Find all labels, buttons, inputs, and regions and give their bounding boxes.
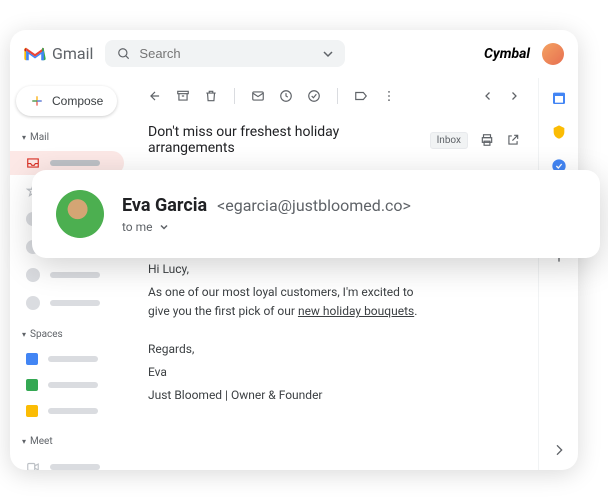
add-task-icon[interactable] <box>307 89 321 103</box>
subject-row: Don't miss our freshest holiday arrangem… <box>130 114 538 170</box>
search-input[interactable] <box>139 46 315 61</box>
space-item-1[interactable] <box>10 348 124 370</box>
next-icon[interactable] <box>508 90 520 102</box>
email-content-pane: Don't miss our freshest holiday arrangem… <box>130 78 538 470</box>
search-options-icon[interactable] <box>323 49 333 59</box>
header-bar: Gmail Cymbal <box>10 30 578 78</box>
delete-icon[interactable] <box>204 89 218 103</box>
left-sidebar: Compose ▾ Mail <box>10 78 130 470</box>
meet-label: Meet <box>30 436 53 447</box>
inbox-icon <box>26 156 40 170</box>
spaces-label: Spaces <box>30 329 63 340</box>
mail-section-header[interactable]: ▾ Mail <box>16 128 124 147</box>
inbox-label-badge[interactable]: Inbox <box>430 132 468 149</box>
plus-icon <box>30 94 44 108</box>
gmail-logo-text: Gmail <box>52 44 93 63</box>
label-icon[interactable] <box>354 89 368 103</box>
compose-button[interactable]: Compose <box>16 86 117 116</box>
mail-label: Mail <box>30 132 49 143</box>
workspace-brand: Cymbal <box>484 46 530 62</box>
chevron-down-icon <box>159 222 169 232</box>
snooze-icon[interactable] <box>279 89 293 103</box>
gmail-icon <box>24 46 46 62</box>
email-subject: Don't miss our freshest holiday arrangem… <box>148 124 418 156</box>
email-body-text: As one of our most loyal customers, I'm … <box>148 283 428 321</box>
prev-icon[interactable] <box>482 90 494 102</box>
more-icon[interactable] <box>382 89 396 103</box>
archive-icon[interactable] <box>176 89 190 103</box>
calendar-app-icon[interactable] <box>551 90 567 106</box>
sidebar-item-generic-3[interactable] <box>10 263 124 287</box>
holiday-bouquets-link[interactable]: new holiday bouquets <box>298 304 414 318</box>
main-body: Compose ▾ Mail <box>10 78 578 470</box>
meet-item-1[interactable] <box>10 455 124 470</box>
space-item-2[interactable] <box>10 374 124 396</box>
caret-down-icon: ▾ <box>22 330 26 339</box>
sidebar-item-generic-4[interactable] <box>10 291 124 315</box>
email-toolbar <box>130 78 538 114</box>
caret-down-icon: ▾ <box>22 133 26 142</box>
collapse-panel-icon[interactable] <box>551 442 567 458</box>
mark-unread-icon[interactable] <box>251 89 265 103</box>
sender-email: <egarcia@justbloomed.co> <box>217 196 411 215</box>
space-item-3[interactable] <box>10 400 124 422</box>
search-bar[interactable] <box>105 40 345 67</box>
right-side-panel <box>538 78 578 470</box>
spaces-section-header[interactable]: ▾ Spaces <box>16 325 124 344</box>
gmail-logo[interactable]: Gmail <box>24 44 93 63</box>
sender-name: Eva Garcia <box>122 195 207 216</box>
caret-down-icon: ▾ <box>22 437 26 446</box>
back-icon[interactable] <box>148 89 162 103</box>
email-signature: Regards, Eva Just Bloomed | Owner & Foun… <box>148 340 520 406</box>
video-icon <box>26 460 40 470</box>
meet-section-header[interactable]: ▾ Meet <box>16 432 124 451</box>
print-icon[interactable] <box>480 133 494 147</box>
sender-card-popup: Eva Garcia <egarcia@justbloomed.co> to m… <box>32 170 600 258</box>
open-new-icon[interactable] <box>506 133 520 147</box>
compose-label: Compose <box>52 94 103 108</box>
keep-app-icon[interactable] <box>551 124 567 140</box>
search-icon <box>117 47 131 61</box>
user-avatar[interactable] <box>542 43 564 65</box>
sender-avatar[interactable] <box>56 190 104 238</box>
email-greeting: Hi Lucy, <box>148 260 428 279</box>
recipient-line[interactable]: to me <box>122 220 411 234</box>
